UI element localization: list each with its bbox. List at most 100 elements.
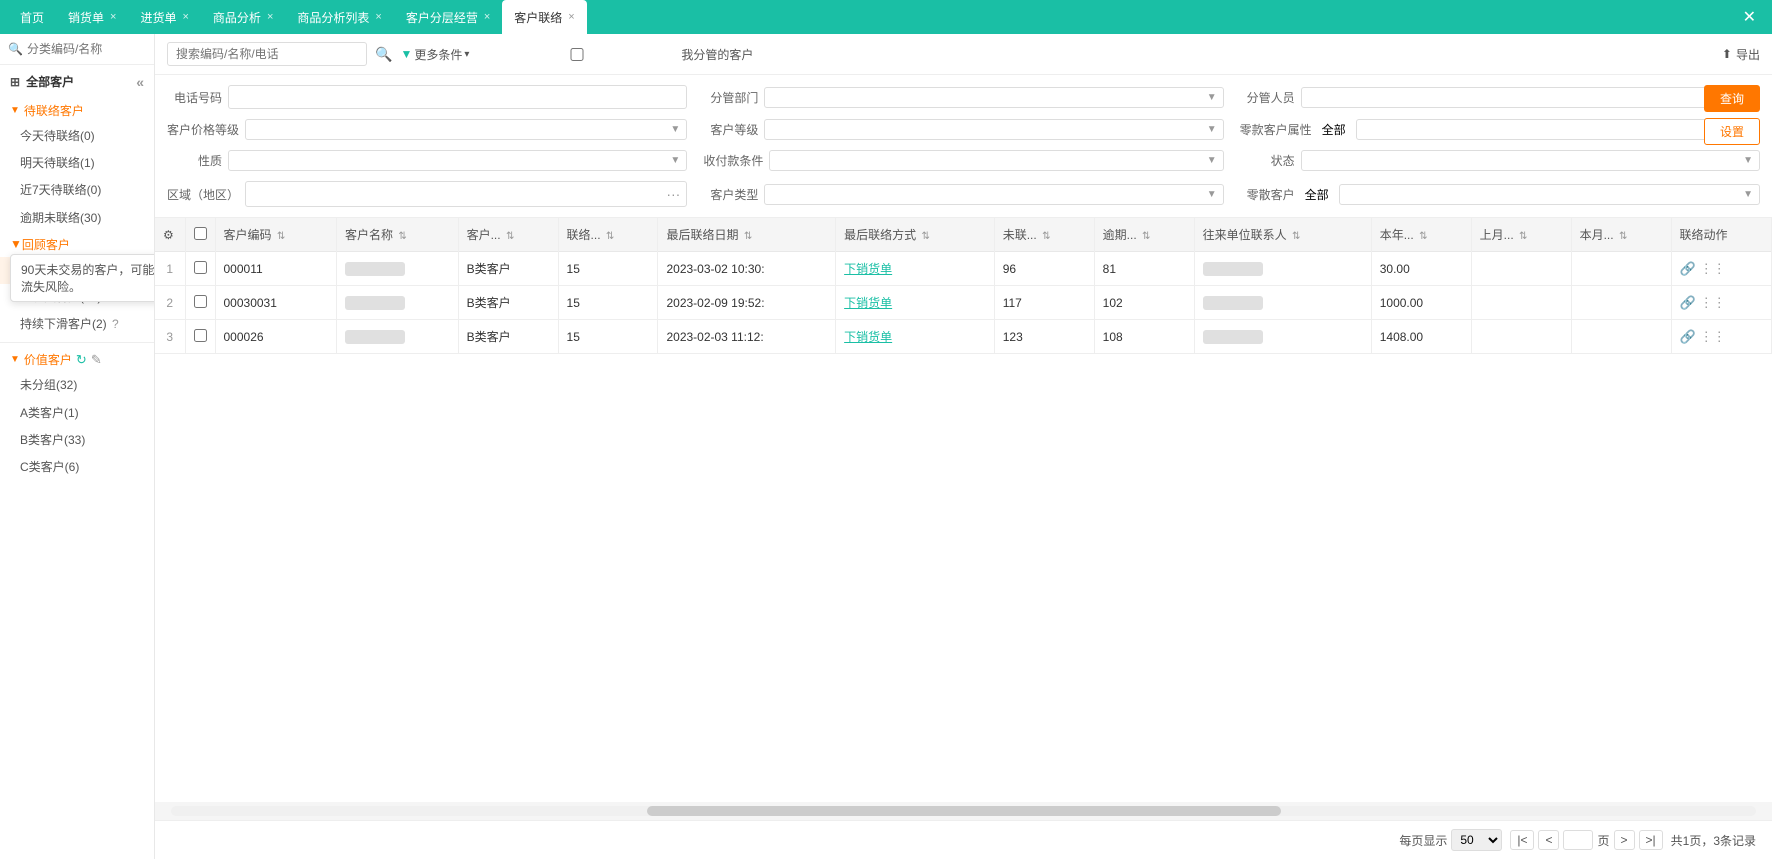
sort-icon-way: ⇅ <box>921 231 929 242</box>
action-link-icon-3[interactable]: 🔗 <box>1680 329 1696 345</box>
last-page-button[interactable]: >| <box>1639 830 1663 850</box>
row-way-2[interactable]: 下销货单 <box>836 286 995 320</box>
action-link-icon-1[interactable]: 🔗 <box>1680 261 1696 277</box>
filter-zero-retail-attr-label: 零款客户属性 <box>1240 121 1312 138</box>
row-select-2[interactable] <box>194 295 207 308</box>
my-customers-checkbox-label[interactable]: 我分管的客户 <box>477 46 753 63</box>
sidebar-item-tomorrow[interactable]: 明天待联络(1) <box>0 150 154 177</box>
th-last-month[interactable]: 上月... ⇅ <box>1471 218 1571 252</box>
filter-region-more[interactable]: ··· <box>666 186 680 202</box>
row-checkbox-1[interactable] <box>185 252 215 286</box>
sidebar-all-customers[interactable]: ⊞ 全部客户 « <box>0 65 154 98</box>
sort-icon-unit: ⇅ <box>1292 231 1300 242</box>
filter-price-grade-label: 客户价格等级 <box>167 121 239 138</box>
edit-icon[interactable]: ✎ <box>91 352 102 368</box>
query-button[interactable]: 查询 <box>1704 85 1760 112</box>
row-type-3: B类客户 <box>458 320 558 354</box>
row-name-1: 客户名称 <box>337 252 459 286</box>
filter-person-select[interactable]: ▼ <box>1301 87 1740 108</box>
export-button[interactable]: ⬆ 导出 <box>1722 46 1760 63</box>
my-customers-checkbox[interactable] <box>477 48 677 61</box>
refresh-icon[interactable]: ↻ <box>76 352 87 368</box>
first-page-button[interactable]: |< <box>1510 830 1534 850</box>
scrollbar-thumb[interactable] <box>647 806 1281 816</box>
app-close-button[interactable]: ✕ <box>1735 3 1764 31</box>
page-separator: 页 <box>1597 832 1609 849</box>
next-page-button[interactable]: > <box>1614 830 1635 850</box>
more-conditions-button[interactable]: ▼ 更多条件 ▾ <box>400 46 469 63</box>
filter-status-select[interactable]: ▼ <box>1301 150 1760 171</box>
th-last-contact-way[interactable]: 最后联络方式 ⇅ <box>836 218 995 252</box>
filter-region-select[interactable]: ··· <box>245 181 687 207</box>
settings-button[interactable]: 设置 <box>1704 118 1760 145</box>
tab-customer-contact[interactable]: 客户联络 × <box>502 0 586 34</box>
th-customer-name[interactable]: 客户名称 ⇅ <box>337 218 459 252</box>
th-unit-contact[interactable]: 往来单位联系人 ⇅ <box>1194 218 1371 252</box>
sidebar-item-class-c[interactable]: C类客户(6) <box>0 454 154 481</box>
sidebar-item-overdue[interactable]: 逾期未联络(30) <box>0 205 154 232</box>
prev-page-button[interactable]: < <box>1538 830 1559 850</box>
sidebar-group-value[interactable]: ▼ 价值客户 ↻ ✎ <box>0 347 154 372</box>
th-this-year[interactable]: 本年... ⇅ <box>1371 218 1471 252</box>
tab-purchase[interactable]: 进货单 × <box>128 0 200 34</box>
filter-customer-type-select[interactable]: ▼ <box>764 184 1223 205</box>
close-tab-customer-contact[interactable]: × <box>568 11 574 23</box>
filter-nature-select[interactable]: ▼ <box>228 150 687 171</box>
filter-price-grade-select[interactable]: ▼ <box>245 119 687 140</box>
chevron-down-status: ▼ <box>1743 155 1753 166</box>
sidebar-item-declining[interactable]: 持续下滑客户(2) ? <box>0 311 154 338</box>
sidebar-item-ungrouped[interactable]: 未分组(32) <box>0 372 154 399</box>
sidebar-item-class-b[interactable]: B类客户(33) <box>0 427 154 454</box>
row-select-1[interactable] <box>194 261 207 274</box>
action-menu-icon-1[interactable]: ⋮⋮ <box>1700 261 1726 277</box>
filter-payment-select[interactable]: ▼ <box>769 150 1223 171</box>
close-tab-product-analysis[interactable]: × <box>267 11 273 23</box>
th-customer-code[interactable]: 客户编码 ⇅ <box>215 218 337 252</box>
filter-region-row: 区域（地区） ··· <box>167 181 687 207</box>
page-size-select[interactable]: 50 20 100 <box>1451 829 1502 851</box>
select-all-checkbox[interactable] <box>194 227 207 240</box>
tab-product-analysis[interactable]: 商品分析 × <box>201 0 285 34</box>
sidebar-item-today[interactable]: 今天待联络(0) <box>0 123 154 150</box>
sidebar-item-7days[interactable]: 近7天待联络(0) <box>0 177 154 204</box>
filter-dept-select[interactable]: ▼ <box>764 87 1223 108</box>
th-overdue[interactable]: 逾期... ⇅ <box>1094 218 1194 252</box>
sidebar-group-review[interactable]: ▼ 回顾客户 90天未交易的客户，可能有流失风险。 <box>0 232 154 257</box>
sidebar-search-input[interactable] <box>27 42 155 56</box>
row-way-3[interactable]: 下销货单 <box>836 320 995 354</box>
action-menu-icon-3[interactable]: ⋮⋮ <box>1700 329 1726 345</box>
current-page-input[interactable]: 1 <box>1563 830 1593 850</box>
filter-zero-retail-select[interactable]: ▼ <box>1339 184 1760 205</box>
row-way-1[interactable]: 下销货单 <box>836 252 995 286</box>
row-checkbox-2[interactable] <box>185 286 215 320</box>
tab-sales[interactable]: 销货单 × <box>56 0 128 34</box>
filter-customer-grade-select[interactable]: ▼ <box>764 119 1223 140</box>
sidebar-group-pending[interactable]: ▼ 待联络客户 <box>0 98 154 123</box>
close-tab-sales[interactable]: × <box>110 11 116 23</box>
th-this-month[interactable]: 本月... ⇅ <box>1571 218 1671 252</box>
th-unlisted[interactable]: 未联... ⇅ <box>994 218 1094 252</box>
th-contact[interactable]: 联络... ⇅ <box>558 218 658 252</box>
sidebar-item-class-a[interactable]: A类客户(1) <box>0 400 154 427</box>
tab-home[interactable]: 首页 <box>8 0 56 34</box>
close-tab-customer-layer[interactable]: × <box>484 11 490 23</box>
row-select-3[interactable] <box>194 329 207 342</box>
sort-icon-lmonth: ⇅ <box>1519 231 1527 242</box>
th-checkbox[interactable] <box>185 218 215 252</box>
th-customer-type[interactable]: 客户... ⇅ <box>458 218 558 252</box>
filter-phone-input[interactable] <box>228 85 687 109</box>
close-tab-purchase[interactable]: × <box>182 11 188 23</box>
tab-product-analysis-list[interactable]: 商品分析列表 × <box>285 0 393 34</box>
search-button[interactable]: 🔍 <box>375 46 392 63</box>
th-last-contact-date[interactable]: 最后联络日期 ⇅ <box>658 218 836 252</box>
close-tab-product-list[interactable]: × <box>375 11 381 23</box>
search-input[interactable] <box>167 42 367 66</box>
horizontal-scrollbar[interactable] <box>171 806 1756 816</box>
tab-customer-layer[interactable]: 客户分层经营 × <box>394 0 502 34</box>
action-menu-icon-2[interactable]: ⋮⋮ <box>1700 295 1726 311</box>
th-settings[interactable]: ⚙ <box>155 218 185 252</box>
filter-zero-retail-attr-select[interactable]: ▼ <box>1356 119 1760 140</box>
row-checkbox-3[interactable] <box>185 320 215 354</box>
sort-icon-code: ⇅ <box>277 231 285 242</box>
action-link-icon-2[interactable]: 🔗 <box>1680 295 1696 311</box>
